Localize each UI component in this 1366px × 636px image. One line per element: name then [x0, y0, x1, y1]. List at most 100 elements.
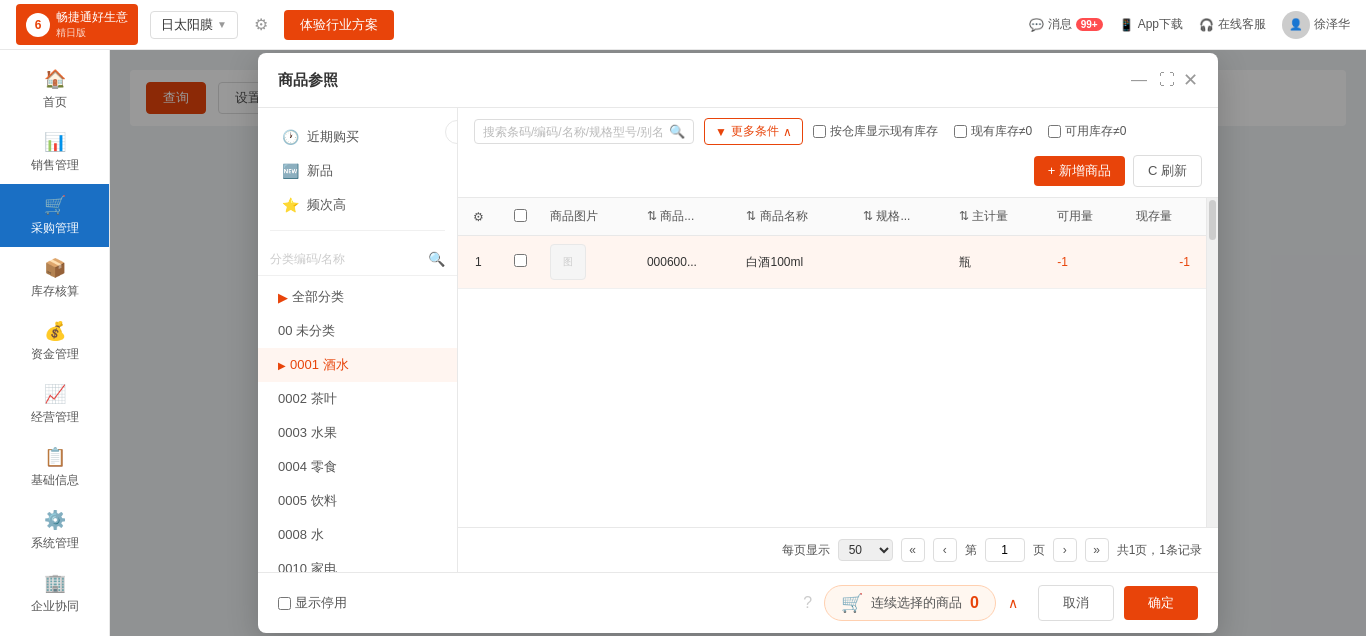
- sidebar-item-basic[interactable]: 📋 基础信息: [0, 436, 109, 499]
- select-all-checkbox[interactable]: [514, 209, 527, 222]
- category-0008-label: 0008 水: [278, 526, 324, 544]
- modal-minimize-icon[interactable]: —: [1131, 71, 1147, 89]
- page-word: 第: [965, 542, 977, 559]
- checkbox-available-input[interactable]: [1048, 125, 1061, 138]
- category-item-0001[interactable]: ▶ 0001 酒水: [258, 348, 457, 382]
- tab-frequent-label: 频次高: [307, 196, 346, 214]
- help-icon[interactable]: ?: [803, 594, 812, 612]
- product-search-icon[interactable]: 🔍: [669, 124, 685, 139]
- inventory-icon: 📦: [44, 257, 66, 279]
- tab-new-product[interactable]: 🆕 新品: [270, 154, 445, 188]
- sidebar-item-operation[interactable]: 📈 经营管理: [0, 373, 109, 436]
- category-item-0008[interactable]: 0008 水: [258, 518, 457, 552]
- confirm-btn[interactable]: 确定: [1124, 586, 1198, 620]
- category-item-0002[interactable]: 0002 茶叶: [258, 382, 457, 416]
- table-config-icon[interactable]: ⚙: [473, 210, 484, 224]
- expand-arrow-icon: ▶: [278, 290, 288, 305]
- message-icon: 💬: [1029, 18, 1044, 32]
- sidebar-label-sales: 销售管理: [31, 157, 79, 174]
- logo[interactable]: 6 畅捷通好生意 精日版: [16, 4, 138, 45]
- category-item-0005[interactable]: 0005 饮料: [258, 484, 457, 518]
- cancel-btn[interactable]: 取消: [1038, 585, 1114, 621]
- app-download-btn[interactable]: 📱 App下载: [1119, 16, 1183, 33]
- category-all[interactable]: ▶ 全部分类: [258, 280, 457, 314]
- page-number-input[interactable]: [985, 538, 1025, 562]
- product-search-input[interactable]: [483, 125, 663, 139]
- checkbox-stock-nonzero[interactable]: 现有库存≠0: [954, 123, 1032, 140]
- tab-recent-purchase[interactable]: 🕐 近期购买: [270, 120, 445, 154]
- sidebar-item-system[interactable]: ⚙️ 系统管理: [0, 499, 109, 562]
- sidebar-label-operation: 经营管理: [31, 409, 79, 426]
- new-icon: 🆕: [282, 163, 299, 179]
- gear-icon[interactable]: ⚙: [250, 11, 272, 38]
- filter-btn[interactable]: ▼ 更多条件 ∧: [704, 118, 803, 145]
- show-disabled-checkbox[interactable]: 显示停用: [278, 594, 347, 612]
- category-0001-arrow-icon: ▶: [278, 360, 286, 371]
- category-search-input[interactable]: [270, 252, 422, 266]
- product-table: ⚙ 商品图片: [458, 198, 1206, 289]
- category-0002-label: 0002 茶叶: [278, 390, 337, 408]
- th-checkbox: [499, 198, 543, 236]
- vertical-scrollbar[interactable]: [1206, 198, 1218, 527]
- basic-icon: 📋: [44, 446, 66, 468]
- online-service-btn[interactable]: 🎧 在线客服: [1199, 16, 1266, 33]
- last-page-btn[interactable]: »: [1085, 538, 1109, 562]
- experience-btn[interactable]: 体验行业方案: [284, 10, 394, 40]
- category-item-00[interactable]: 00 未分类: [258, 314, 457, 348]
- modal-title: 商品参照: [278, 71, 338, 90]
- category-item-0004[interactable]: 0004 零食: [258, 450, 457, 484]
- first-page-btn[interactable]: «: [901, 538, 925, 562]
- cell-name: 白酒100ml: [738, 236, 855, 289]
- add-product-btn[interactable]: + 新增商品: [1034, 156, 1125, 186]
- next-page-btn[interactable]: ›: [1053, 538, 1077, 562]
- cart-count: 0: [970, 594, 979, 612]
- sort-icon-name: ⇅: [746, 209, 756, 223]
- refresh-btn[interactable]: C 刷新: [1133, 155, 1202, 187]
- category-search-area: 🔍: [258, 243, 457, 276]
- sidebar-item-home[interactable]: 🏠 首页: [0, 58, 109, 121]
- sort-icon-code: ⇅: [647, 209, 657, 223]
- nav-selector[interactable]: 日太阳膜 ▼: [150, 11, 238, 39]
- tab-frequent[interactable]: ⭐ 频次高: [270, 188, 445, 222]
- sidebar-item-guide[interactable]: 🎯 新手引导: [0, 625, 109, 636]
- sidebar-item-inventory[interactable]: 📦 库存核算: [0, 247, 109, 310]
- sidebar-item-purchase[interactable]: 🛒 采购管理: [0, 184, 109, 247]
- cart-collapse-icon[interactable]: ∧: [1008, 595, 1018, 611]
- prev-page-btn[interactable]: ‹: [933, 538, 957, 562]
- cell-checkbox[interactable]: [499, 236, 543, 289]
- messages-btn[interactable]: 💬 消息 99+: [1029, 16, 1103, 33]
- sidebar-item-sales[interactable]: 📊 销售管理: [0, 121, 109, 184]
- toolbar: 🔍 ▼ 更多条件 ∧ 按仓库显示现有库存: [458, 108, 1218, 198]
- category-item-0003[interactable]: 0003 水果: [258, 416, 457, 450]
- modal-expand-icon[interactable]: ⛶: [1159, 71, 1175, 89]
- sidebar-item-collab[interactable]: 🏢 企业协同: [0, 562, 109, 625]
- user-area[interactable]: 👤 徐泽华: [1282, 11, 1350, 39]
- col-name-label: 商品名称: [760, 209, 808, 223]
- category-item-0010[interactable]: 0010 家电: [258, 552, 457, 572]
- checkbox-warehouse-input[interactable]: [813, 125, 826, 138]
- category-0003-label: 0003 水果: [278, 424, 337, 442]
- table-row[interactable]: 1 图 000600... 白: [458, 236, 1206, 289]
- show-disabled-input[interactable]: [278, 597, 291, 610]
- cart-area[interactable]: 🛒 连续选择的商品 0: [824, 585, 996, 621]
- th-name[interactable]: ⇅ 商品名称: [738, 198, 855, 236]
- category-search-icon[interactable]: 🔍: [428, 251, 445, 267]
- cart-icon: 🛒: [841, 592, 863, 614]
- category-0001-label: 0001 酒水: [290, 356, 349, 374]
- main-layout: 🏠 首页 📊 销售管理 🛒 采购管理 📦 库存核算 💰 资金管理 📈 经营管理 …: [0, 50, 1366, 636]
- cell-spec: [855, 236, 951, 289]
- scrollbar-thumb[interactable]: [1209, 200, 1216, 240]
- th-unit[interactable]: ⇅ 主计量: [951, 198, 1050, 236]
- checkbox-available-nonzero[interactable]: 可用库存≠0: [1048, 123, 1126, 140]
- sidebar-item-finance[interactable]: 💰 资金管理: [0, 310, 109, 373]
- checkbox-warehouse-stock[interactable]: 按仓库显示现有库存: [813, 123, 938, 140]
- row-checkbox[interactable]: [514, 254, 527, 267]
- th-code[interactable]: ⇅ 商品...: [639, 198, 739, 236]
- modal-close-btn[interactable]: ✕: [1183, 69, 1198, 91]
- page-size-select[interactable]: 20 50 100 200: [838, 539, 893, 561]
- operation-icon: 📈: [44, 383, 66, 405]
- checkbox-stock-input[interactable]: [954, 125, 967, 138]
- purchase-icon: 🛒: [44, 194, 66, 216]
- th-config: ⚙: [458, 198, 499, 236]
- th-spec[interactable]: ⇅ 规格...: [855, 198, 951, 236]
